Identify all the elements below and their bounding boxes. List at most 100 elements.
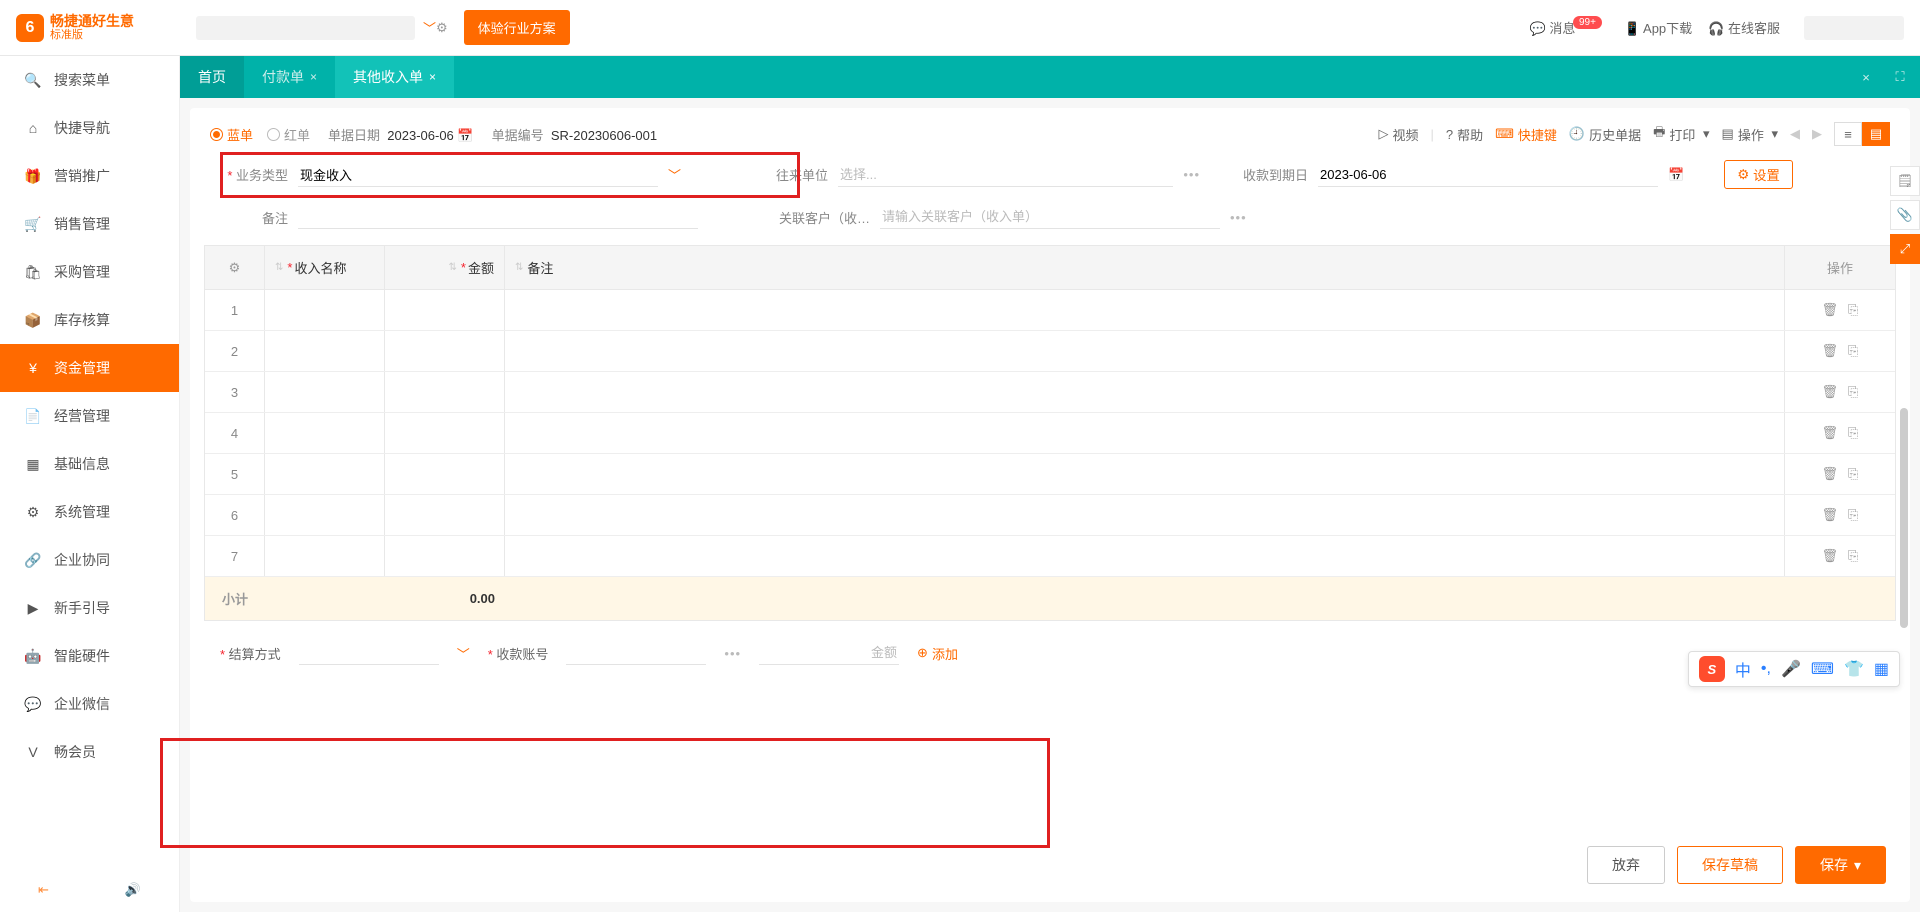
- delete-row-icon[interactable]: 🗑: [1822, 507, 1839, 523]
- ime-lang[interactable]: 中: [1735, 657, 1751, 681]
- delete-row-icon[interactable]: 🗑: [1822, 466, 1839, 482]
- ops-link[interactable]: ▤操作 ▾: [1722, 125, 1778, 144]
- copy-row-icon[interactable]: ⎘: [1848, 302, 1858, 318]
- next-doc-icon[interactable]: ▶: [1812, 126, 1822, 142]
- tab-payment[interactable]: 付款单×: [244, 56, 335, 98]
- chevron-down-icon[interactable]: ﹀: [668, 165, 681, 184]
- col-remark[interactable]: ⇅备注: [505, 246, 1785, 289]
- sidebar-item-purchase[interactable]: 🛍采购管理: [0, 248, 179, 296]
- col-settings-icon[interactable]: ⚙: [205, 246, 265, 289]
- cell-amount[interactable]: [385, 413, 505, 453]
- table-row[interactable]: 4🗑⎘: [205, 413, 1895, 454]
- cell-income-name[interactable]: [265, 290, 385, 330]
- table-row[interactable]: 1🗑⎘: [205, 290, 1895, 331]
- cell-remark[interactable]: [505, 372, 1785, 412]
- delete-row-icon[interactable]: 🗑: [1822, 425, 1839, 441]
- calendar-icon[interactable]: 📅: [1668, 167, 1684, 183]
- sidebar-item-wechat[interactable]: 💬企业微信: [0, 680, 179, 728]
- table-row[interactable]: 6🗑⎘: [205, 495, 1895, 536]
- rail-expand-icon[interactable]: ⤢: [1890, 234, 1920, 264]
- copy-row-icon[interactable]: ⎘: [1848, 384, 1858, 400]
- video-link[interactable]: ▷视频: [1378, 125, 1418, 144]
- tab-other-income[interactable]: 其他收入单×: [335, 56, 454, 98]
- sidebar-item-marketing[interactable]: 🎁营销推广: [0, 152, 179, 200]
- ime-toolbox-icon[interactable]: ▦: [1874, 659, 1889, 679]
- copy-row-icon[interactable]: ⎘: [1848, 425, 1858, 441]
- table-row[interactable]: 5🗑⎘: [205, 454, 1895, 495]
- cell-amount[interactable]: [385, 290, 505, 330]
- sidebar-item-funds[interactable]: ¥资金管理: [0, 344, 179, 392]
- copy-row-icon[interactable]: ⎘: [1848, 507, 1858, 523]
- sidebar-item-quicknav[interactable]: ⌂快捷导航: [0, 104, 179, 152]
- settle-method-input[interactable]: [299, 641, 439, 665]
- more-icon[interactable]: •••: [1230, 210, 1247, 225]
- sidebar-item-search[interactable]: 🔍搜索菜单: [0, 56, 179, 104]
- collapse-icon[interactable]: ⇤: [38, 882, 49, 898]
- more-icon[interactable]: •••: [724, 646, 741, 661]
- table-row[interactable]: 7🗑⎘: [205, 536, 1895, 577]
- tabs-expand-button[interactable]: ⛶: [1886, 63, 1914, 91]
- ime-keyboard-icon[interactable]: ⌨: [1811, 659, 1834, 679]
- cell-amount[interactable]: [385, 454, 505, 494]
- view-card-button[interactable]: ▤: [1862, 122, 1890, 146]
- company-select[interactable]: ﹀: [196, 16, 436, 40]
- delete-row-icon[interactable]: 🗑: [1822, 548, 1839, 564]
- cell-amount[interactable]: [385, 372, 505, 412]
- print-link[interactable]: 🖶打印 ▾: [1653, 123, 1709, 145]
- service-link[interactable]: 🎧 在线客服: [1708, 18, 1780, 37]
- col-income-name[interactable]: ⇅*收入名称: [265, 246, 385, 289]
- app-download-link[interactable]: 📱 App下载: [1624, 18, 1692, 37]
- view-list-button[interactable]: ≡: [1834, 122, 1862, 146]
- trial-button[interactable]: 体验行业方案: [464, 10, 570, 45]
- rail-attach-icon[interactable]: 📎: [1890, 200, 1920, 230]
- cell-remark[interactable]: [505, 536, 1785, 576]
- cell-remark[interactable]: [505, 413, 1785, 453]
- party-input[interactable]: [838, 163, 1173, 187]
- sound-icon[interactable]: 🔊: [125, 882, 141, 898]
- shortcut-link[interactable]: ⌨快捷键: [1495, 125, 1557, 144]
- copy-row-icon[interactable]: ⎘: [1848, 548, 1858, 564]
- cell-remark[interactable]: [505, 495, 1785, 535]
- cell-remark[interactable]: [505, 454, 1785, 494]
- sidebar-item-hardware[interactable]: 🤖智能硬件: [0, 632, 179, 680]
- ime-mic-icon[interactable]: 🎤: [1781, 659, 1801, 679]
- ime-punct-icon[interactable]: •,: [1761, 660, 1771, 678]
- help-link[interactable]: ?帮助: [1446, 125, 1483, 144]
- calendar-icon[interactable]: 📅: [457, 128, 473, 143]
- cell-remark[interactable]: [505, 290, 1785, 330]
- cell-income-name[interactable]: [265, 495, 385, 535]
- due-date-input[interactable]: [1318, 163, 1658, 187]
- col-amount[interactable]: ⇅*金额: [385, 246, 505, 289]
- copy-row-icon[interactable]: ⎘: [1848, 343, 1858, 359]
- delete-row-icon[interactable]: 🗑: [1822, 302, 1839, 318]
- sidebar-item-guide[interactable]: ▶新手引导: [0, 584, 179, 632]
- tab-home[interactable]: 首页: [180, 56, 244, 98]
- more-icon[interactable]: •••: [1183, 167, 1200, 182]
- copy-row-icon[interactable]: ⎘: [1848, 466, 1858, 482]
- delete-row-icon[interactable]: 🗑: [1822, 384, 1839, 400]
- sidebar-item-system[interactable]: ⚙系统管理: [0, 488, 179, 536]
- remark-input[interactable]: [298, 205, 698, 229]
- discard-button[interactable]: 放弃: [1587, 846, 1665, 884]
- table-row[interactable]: 2🗑⎘: [205, 331, 1895, 372]
- cell-income-name[interactable]: [265, 536, 385, 576]
- cell-amount[interactable]: [385, 495, 505, 535]
- history-link[interactable]: 🕘历史单据: [1569, 125, 1641, 144]
- cell-income-name[interactable]: [265, 413, 385, 453]
- cell-income-name[interactable]: [265, 372, 385, 412]
- cell-amount[interactable]: [385, 331, 505, 371]
- table-row[interactable]: 3🗑⎘: [205, 372, 1895, 413]
- tabs-close-button[interactable]: ×: [1852, 63, 1880, 91]
- account-input[interactable]: [566, 641, 706, 665]
- sidebar-item-coop[interactable]: 🔗企业协同: [0, 536, 179, 584]
- save-button[interactable]: 保存▾: [1795, 846, 1886, 884]
- sidebar-item-inventory[interactable]: 📦库存核算: [0, 296, 179, 344]
- radio-red[interactable]: 红单: [267, 125, 310, 144]
- chevron-down-icon[interactable]: ﹀: [457, 644, 470, 663]
- prev-doc-icon[interactable]: ◀: [1790, 126, 1800, 142]
- user-area[interactable]: [1804, 16, 1904, 40]
- cell-amount[interactable]: [385, 536, 505, 576]
- scrollbar[interactable]: [1900, 408, 1908, 628]
- sidebar-item-vip[interactable]: V畅会员: [0, 728, 179, 776]
- biz-type-input[interactable]: [298, 163, 658, 187]
